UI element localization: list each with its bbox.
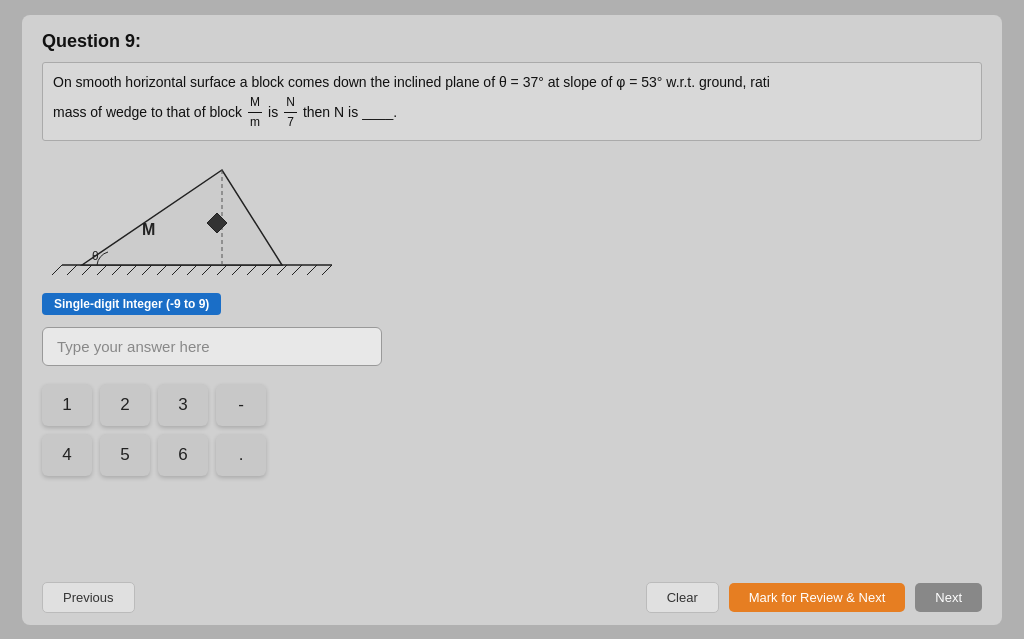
svg-line-11 (202, 265, 212, 275)
svg-line-4 (97, 265, 107, 275)
diagram-container: M θ (42, 155, 382, 285)
svg-line-6 (127, 265, 137, 275)
numpad-row-2: 4 5 6 . (42, 434, 982, 476)
numpad-btn-2[interactable]: 2 (100, 384, 150, 426)
svg-line-16 (277, 265, 287, 275)
clear-button[interactable]: Clear (646, 582, 719, 613)
fraction-N-over-7: N 7 (284, 93, 297, 132)
svg-text:M: M (142, 221, 155, 238)
svg-line-14 (247, 265, 257, 275)
svg-line-5 (112, 265, 122, 275)
svg-line-13 (232, 265, 242, 275)
svg-line-3 (82, 265, 92, 275)
fraction-M-over-m: M m (248, 93, 262, 132)
answer-input[interactable]: Type your answer here (42, 327, 382, 366)
numpad-btn-minus[interactable]: - (216, 384, 266, 426)
svg-line-1 (52, 265, 62, 275)
svg-line-19 (322, 265, 332, 275)
bottom-bar: Clear Mark for Review & Next Next (646, 582, 982, 613)
main-container: Question 9: On smooth horizontal surface… (22, 15, 1002, 625)
svg-marker-20 (82, 170, 282, 265)
question-title: Question 9: (42, 31, 982, 52)
previous-button[interactable]: Previous (42, 582, 135, 613)
bottom-left: Previous (42, 582, 135, 613)
badge-container: Single-digit Integer (-9 to 9) (42, 293, 982, 315)
numpad-btn-4[interactable]: 4 (42, 434, 92, 476)
svg-line-15 (262, 265, 272, 275)
question-line-1: On smooth horizontal surface a block com… (53, 71, 971, 93)
svg-line-17 (292, 265, 302, 275)
numpad-btn-dot[interactable]: . (216, 434, 266, 476)
mark-review-button[interactable]: Mark for Review & Next (729, 583, 906, 612)
answer-placeholder: Type your answer here (57, 338, 210, 355)
answer-type-badge: Single-digit Integer (-9 to 9) (42, 293, 221, 315)
numpad-btn-5[interactable]: 5 (100, 434, 150, 476)
svg-line-18 (307, 265, 317, 275)
svg-line-9 (172, 265, 182, 275)
numpad-row-1: 1 2 3 - (42, 384, 982, 426)
question-line-2: mass of wedge to that of block M m is N … (53, 93, 971, 132)
numpad-btn-1[interactable]: 1 (42, 384, 92, 426)
question-text: On smooth horizontal surface a block com… (42, 62, 982, 142)
next-button[interactable]: Next (915, 583, 982, 612)
numpad-btn-6[interactable]: 6 (158, 434, 208, 476)
svg-line-10 (187, 265, 197, 275)
svg-line-2 (67, 265, 77, 275)
svg-line-8 (157, 265, 167, 275)
svg-line-12 (217, 265, 227, 275)
numpad-btn-3[interactable]: 3 (158, 384, 208, 426)
svg-line-7 (142, 265, 152, 275)
